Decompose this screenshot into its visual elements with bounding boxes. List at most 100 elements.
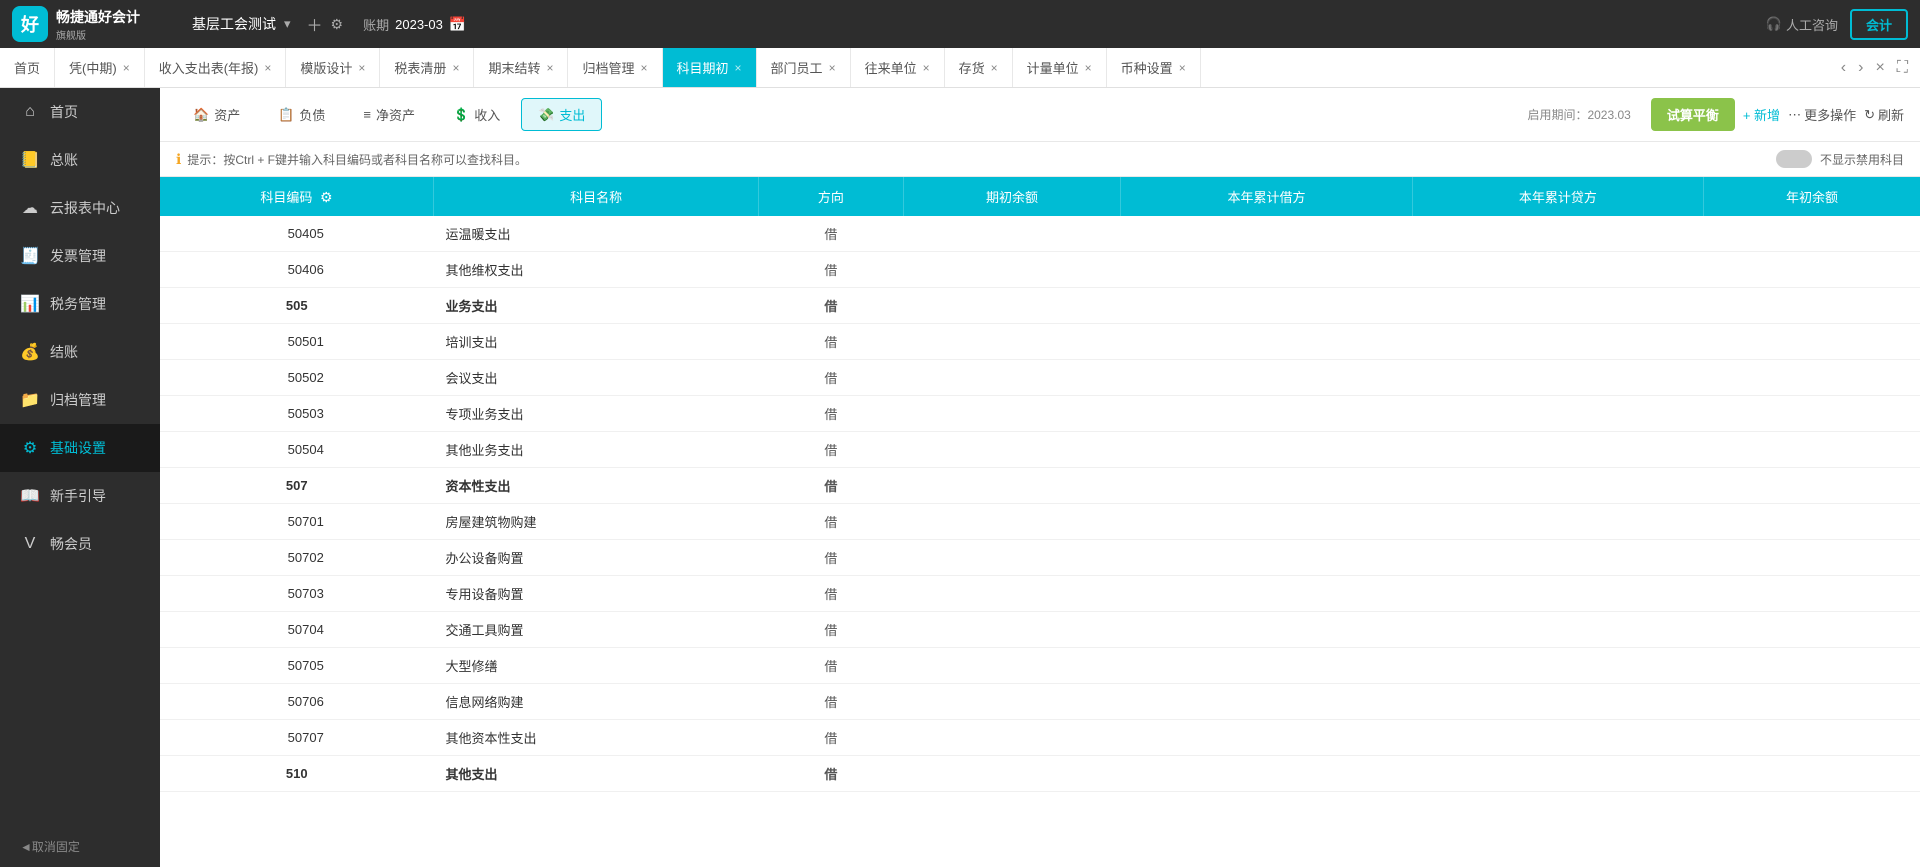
tab-period-end-close[interactable]: ×: [546, 61, 553, 75]
table-row[interactable]: 50704 交通工具购置 借: [160, 612, 1920, 648]
tab-currency[interactable]: 币种设置 ×: [1107, 48, 1201, 88]
cell-code: 50702: [160, 540, 433, 576]
calendar-icon[interactable]: 📅: [449, 16, 466, 33]
table-body: 50405 运温暖支出 借 50406 其他维权支出 借 505 业务支出 借 …: [160, 216, 1920, 792]
cell-year-start-balance: [1704, 360, 1920, 396]
more-actions-button[interactable]: ⋯ 更多操作: [1788, 105, 1856, 124]
filter-income[interactable]: 💲 收入: [436, 98, 517, 131]
sidebar-label-invoice: 发票管理: [50, 246, 106, 266]
tab-income-close[interactable]: ×: [264, 61, 271, 75]
table-row[interactable]: 50706 信息网络购建 借: [160, 684, 1920, 720]
toggle-switch[interactable]: [1776, 150, 1812, 168]
add-company-icon[interactable]: ＋: [307, 12, 323, 36]
sidebar-item-archive[interactable]: 📁 归档管理: [0, 376, 160, 424]
filter-liability[interactable]: 📋 负债: [261, 98, 342, 131]
tab-partner[interactable]: 往来单位 ×: [851, 48, 945, 88]
cell-ytd-debit: [1121, 432, 1412, 468]
help-button[interactable]: 🎧 人工咨询: [1766, 15, 1838, 34]
add-button[interactable]: + 新增: [1743, 105, 1780, 124]
table-row[interactable]: 50502 会议支出 借: [160, 360, 1920, 396]
tab-scroll-left[interactable]: ‹: [1837, 57, 1850, 79]
cell-ytd-debit: [1121, 720, 1412, 756]
cell-ytd-credit: [1412, 756, 1703, 792]
main-layout: ⌂ 首页 📒 总账 ☁ 云报表中心 🧾 发票管理 📊 税务管理 💰 结账 📁 归…: [0, 88, 1920, 867]
tab-unit-close[interactable]: ×: [1085, 61, 1092, 75]
tab-voucher[interactable]: 凭(中期) ×: [55, 48, 145, 88]
tab-voucher-close[interactable]: ×: [123, 61, 130, 75]
tab-home[interactable]: 首页: [0, 48, 55, 88]
refresh-button[interactable]: ↻ 刷新: [1864, 105, 1904, 124]
hint-bar: ℹ 提示：按Ctrl + F键并输入科目编码或者科目名称可以查找科目。 不显示禁…: [160, 142, 1920, 177]
cell-ytd-credit: [1412, 648, 1703, 684]
table-header-row: 科目编码 ⚙ 科目名称 方向 期初余额 本年累计借方: [160, 177, 1920, 216]
sidebar-item-member[interactable]: V 畅会员: [0, 520, 160, 568]
tab-subject-init-close[interactable]: ×: [735, 61, 742, 75]
app-title: 畅捷通好会计: [56, 9, 140, 25]
company-dropdown-icon[interactable]: ▾: [284, 16, 291, 32]
table-row[interactable]: 50504 其他业务支出 借: [160, 432, 1920, 468]
filter-asset[interactable]: 🏠 资产: [176, 98, 257, 131]
sidebar-item-basic-settings[interactable]: ⚙ 基础设置: [0, 424, 160, 472]
cell-ytd-debit: [1121, 504, 1412, 540]
tab-close-all[interactable]: ×: [1871, 57, 1888, 79]
tab-department-close[interactable]: ×: [829, 61, 836, 75]
calc-balance-button[interactable]: 试算平衡: [1651, 98, 1735, 131]
sidebar-label-cloud-report: 云报表中心: [50, 198, 120, 218]
tab-period-end[interactable]: 期末结转 ×: [474, 48, 568, 88]
tab-unit[interactable]: 计量单位 ×: [1013, 48, 1107, 88]
table-row[interactable]: 50703 专用设备购置 借: [160, 576, 1920, 612]
table-row[interactable]: 50701 房屋建筑物购建 借: [160, 504, 1920, 540]
filter-net-asset[interactable]: ≡ 净资产: [346, 98, 432, 131]
tab-maximize[interactable]: ⛶: [1893, 57, 1912, 79]
sidebar-item-cloud-report[interactable]: ☁ 云报表中心: [0, 184, 160, 232]
table-row[interactable]: 505 业务支出 借: [160, 288, 1920, 324]
cell-ytd-credit: [1412, 576, 1703, 612]
table-row[interactable]: 50702 办公设备购置 借: [160, 540, 1920, 576]
tab-department[interactable]: 部门员工 ×: [757, 48, 851, 88]
tab-inventory[interactable]: 存货 ×: [945, 48, 1013, 88]
table-row[interactable]: 50707 其他资本性支出 借: [160, 720, 1920, 756]
sidebar-item-invoice[interactable]: 🧾 发票管理: [0, 232, 160, 280]
tab-subject-init[interactable]: 科目期初 ×: [663, 48, 757, 88]
period-value[interactable]: 2023-03: [395, 17, 443, 32]
sidebar-label-member: 畅会员: [50, 534, 92, 554]
sidebar-item-ledger[interactable]: 📒 总账: [0, 136, 160, 184]
col-settings-icon[interactable]: ⚙: [320, 189, 333, 205]
table-row[interactable]: 50503 专项业务支出 借: [160, 396, 1920, 432]
tab-inventory-close[interactable]: ×: [991, 61, 998, 75]
account-button[interactable]: 会计: [1850, 9, 1908, 40]
tab-taxform[interactable]: 税表清册 ×: [380, 48, 474, 88]
tab-period-end-label: 期末结转: [488, 58, 540, 77]
table-row[interactable]: 50405 运温暖支出 借: [160, 216, 1920, 252]
settings-icon[interactable]: ⚙: [331, 16, 344, 33]
filter-expense[interactable]: 💸 支出: [521, 98, 602, 131]
cell-ytd-credit: [1412, 360, 1703, 396]
cell-ytd-debit: [1121, 396, 1412, 432]
tab-scroll-right[interactable]: ›: [1854, 57, 1867, 79]
cell-name: 其他业务支出: [433, 432, 758, 468]
sidebar-item-home[interactable]: ⌂ 首页: [0, 88, 160, 136]
cell-direction: 借: [759, 540, 903, 576]
sidebar-item-guide[interactable]: 📖 新手引导: [0, 472, 160, 520]
tab-template-close[interactable]: ×: [358, 61, 365, 75]
tab-archive[interactable]: 归档管理 ×: [568, 48, 662, 88]
tab-currency-close[interactable]: ×: [1179, 61, 1186, 75]
tab-taxform-close[interactable]: ×: [452, 61, 459, 75]
sidebar-item-tax[interactable]: 📊 税务管理: [0, 280, 160, 328]
table-row[interactable]: 507 资本性支出 借: [160, 468, 1920, 504]
cell-code: 50706: [160, 684, 433, 720]
col-ytd-debit: 本年累计借方: [1121, 177, 1412, 216]
table-row[interactable]: 50406 其他维权支出 借: [160, 252, 1920, 288]
col-code: 科目编码 ⚙: [160, 177, 433, 216]
tab-partner-close[interactable]: ×: [923, 61, 930, 75]
tab-archive-close[interactable]: ×: [641, 61, 648, 75]
tab-income[interactable]: 收入支出表(年报) ×: [145, 48, 287, 88]
table-row[interactable]: 510 其他支出 借: [160, 756, 1920, 792]
sidebar-item-settlement[interactable]: 💰 结账: [0, 328, 160, 376]
sidebar-collapse-btn[interactable]: ◄取消固定: [0, 826, 160, 867]
table-row[interactable]: 50501 培训支出 借: [160, 324, 1920, 360]
cell-code: 50705: [160, 648, 433, 684]
tab-template[interactable]: 模版设计 ×: [286, 48, 380, 88]
table-row[interactable]: 50705 大型修缮 借: [160, 648, 1920, 684]
company-name[interactable]: 基层工会测试: [192, 14, 276, 34]
